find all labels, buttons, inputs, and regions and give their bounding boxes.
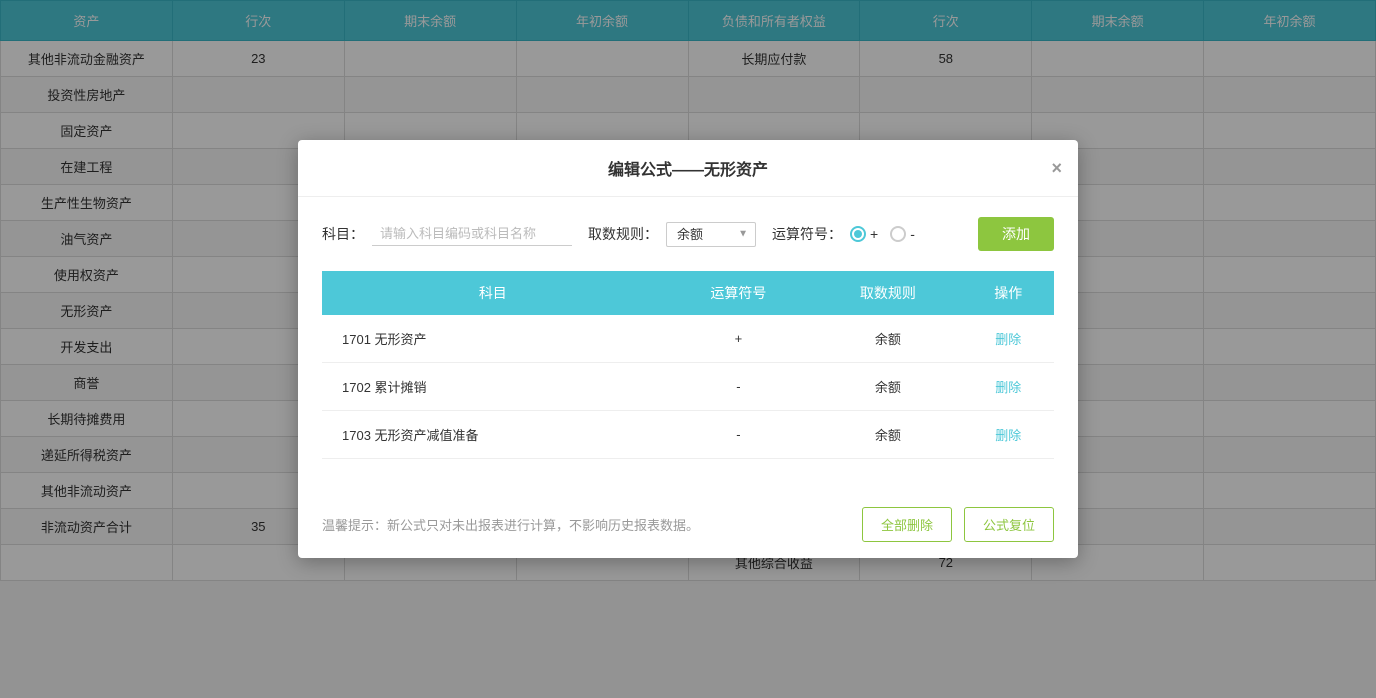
formula-table-row: 1702 累计摊销-余额 删除 (322, 363, 1054, 411)
formula-form-row: 科目： 取数规则： 余额 借方 贷方 借方累计 贷方累计 (322, 217, 1054, 251)
operator-group: 运算符号： + - (772, 224, 915, 244)
close-button[interactable]: × (1051, 159, 1062, 177)
modal-footer: 温馨提示：新公式只对未出报表进行计算，不影响历史报表数据。 全部删除 公式复位 (298, 495, 1078, 558)
modal-body: 科目： 取数规则： 余额 借方 贷方 借方累计 贷方累计 (298, 197, 1078, 495)
modal-title: 编辑公式——无形资产 (608, 162, 768, 179)
formula-table-row: 1701 无形资产+余额 删除 (322, 315, 1054, 363)
rule-group: 取数规则： 余额 借方 贷方 借方累计 贷方累计 ▼ (588, 222, 756, 247)
formula-rule-cell: 余额 (813, 363, 962, 411)
formula-action-cell: 删除 (963, 363, 1054, 411)
formula-subject-cell: 1703 无形资产减值准备 (322, 411, 664, 459)
formula-subject-cell: 1701 无形资产 (322, 315, 664, 363)
formula-rule-cell: 余额 (813, 315, 962, 363)
rule-select[interactable]: 余额 借方 贷方 借方累计 贷方累计 (666, 222, 756, 247)
modal-dialog: 编辑公式——无形资产 × 科目： 取数规则： 余额 借方 (298, 140, 1078, 558)
operator-label: 运算符号： (772, 224, 842, 244)
subject-label: 科目： (322, 224, 364, 244)
background-wrapper: 资产 行次 期末余额 年初余额 负债和所有者权益 行次 期末余额 年初余额 其他… (0, 0, 1376, 698)
rule-label: 取数规则： (588, 224, 658, 244)
add-button[interactable]: 添加 (978, 217, 1054, 251)
delete-all-button[interactable]: 全部删除 (862, 507, 952, 542)
minus-radio-circle (890, 226, 906, 242)
formula-rule-cell: 余额 (813, 411, 962, 459)
formula-table: 科目 运算符号 取数规则 操作 1701 无形资产+余额删除1702 累计摊销-… (322, 271, 1054, 459)
subject-input[interactable] (372, 222, 572, 246)
col-rule-header: 取数规则 (813, 271, 962, 315)
footer-hint: 温馨提示：新公式只对未出报表进行计算，不影响历史报表数据。 (322, 515, 699, 534)
operator-plus-radio[interactable]: + (850, 226, 878, 242)
reset-formula-button[interactable]: 公式复位 (964, 507, 1054, 542)
col-subject-header: 科目 (322, 271, 664, 315)
formula-operator-cell: - (664, 363, 813, 411)
delete-row-button[interactable]: 删除 (995, 428, 1021, 443)
col-action-header: 操作 (963, 271, 1054, 315)
modal-overlay: 编辑公式——无形资产 × 科目： 取数规则： 余额 借方 (0, 0, 1376, 698)
formula-action-cell: 删除 (963, 315, 1054, 363)
formula-operator-cell: + (664, 315, 813, 363)
delete-row-button[interactable]: 删除 (995, 332, 1021, 347)
col-operator-header: 运算符号 (664, 271, 813, 315)
formula-action-cell: 删除 (963, 411, 1054, 459)
formula-table-row: 1703 无形资产减值准备-余额 删除 (322, 411, 1054, 459)
modal-header: 编辑公式——无形资产 × (298, 140, 1078, 197)
footer-buttons: 全部删除 公式复位 (862, 507, 1054, 542)
subject-group: 科目： (322, 222, 572, 246)
rule-select-wrapper: 余额 借方 贷方 借方累计 贷方累计 ▼ (666, 222, 756, 247)
minus-label: - (910, 226, 915, 242)
plus-label: + (870, 226, 878, 242)
formula-operator-cell: - (664, 411, 813, 459)
operator-radio-group: + - (850, 226, 915, 242)
formula-subject-cell: 1702 累计摊销 (322, 363, 664, 411)
delete-row-button[interactable]: 删除 (995, 380, 1021, 395)
formula-table-header-row: 科目 运算符号 取数规则 操作 (322, 271, 1054, 315)
operator-minus-radio[interactable]: - (890, 226, 915, 242)
plus-radio-circle (850, 226, 866, 242)
